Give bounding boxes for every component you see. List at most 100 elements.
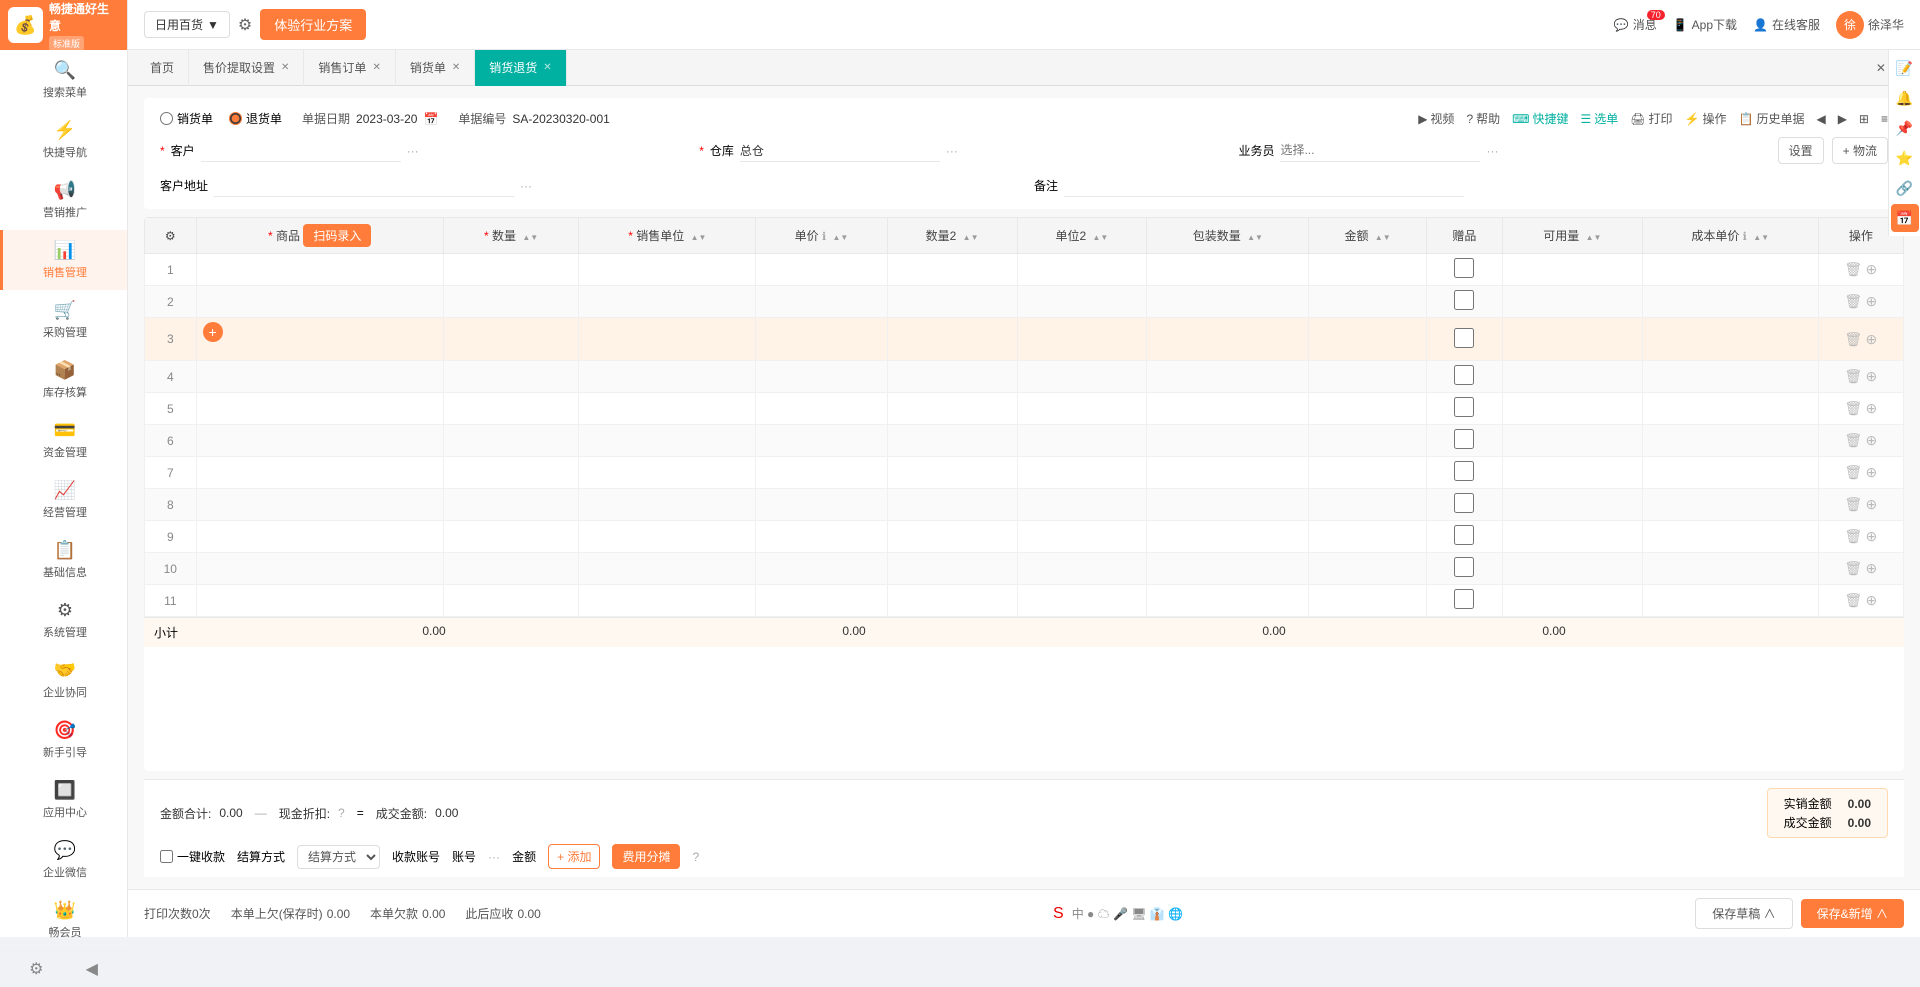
- product-input-5[interactable]: [260, 402, 380, 416]
- gift-checkbox-10[interactable]: [1454, 557, 1474, 577]
- cell-unit-11[interactable]: [579, 585, 756, 617]
- cell-available-10[interactable]: [1502, 553, 1642, 585]
- right-panel-active-btn[interactable]: 📅: [1891, 204, 1919, 232]
- cell-qty2-4[interactable]: [887, 361, 1017, 393]
- cell-gift-1[interactable]: [1426, 254, 1502, 286]
- cell-unit2-9[interactable]: [1017, 521, 1147, 553]
- cell-cost-price-5[interactable]: [1642, 393, 1818, 425]
- list-view-btn[interactable]: ≡: [1881, 112, 1888, 126]
- cell-product-1[interactable]: [196, 254, 443, 286]
- qty-input-11[interactable]: [481, 594, 541, 608]
- delete-btn-10[interactable]: 🗑: [1844, 560, 1862, 576]
- gift-checkbox-8[interactable]: [1454, 493, 1474, 513]
- one-click-payment-check[interactable]: 一键收款: [160, 848, 225, 865]
- operate-btn[interactable]: ⚡ 操作: [1685, 110, 1727, 127]
- unit-input-9[interactable]: [637, 530, 697, 544]
- cell-qty-3[interactable]: [443, 318, 579, 361]
- radio-sale-input[interactable]: [160, 112, 173, 125]
- cell-unit2-8[interactable]: [1017, 489, 1147, 521]
- cell-unit-9[interactable]: [579, 521, 756, 553]
- copy-btn-10[interactable]: ⊕: [1866, 560, 1878, 576]
- copy-btn-7[interactable]: ⊕: [1866, 464, 1878, 480]
- delete-btn-4[interactable]: 🗑: [1844, 368, 1862, 384]
- amount-sort-icon[interactable]: ▲▼: [1375, 233, 1391, 242]
- cell-qty-1[interactable]: [443, 254, 579, 286]
- copy-btn-8[interactable]: ⊕: [1866, 496, 1878, 512]
- sidebar-item-enterprise[interactable]: 🤝 企业协同: [0, 650, 127, 710]
- cell-pkg-4[interactable]: [1147, 361, 1309, 393]
- delete-btn-8[interactable]: 🗑: [1844, 496, 1862, 512]
- cell-qty-10[interactable]: [443, 553, 579, 585]
- cell-unit2-10[interactable]: [1017, 553, 1147, 585]
- sidebar-item-member[interactable]: 👑 畅会员: [0, 890, 127, 950]
- unit-input-11[interactable]: [637, 594, 697, 608]
- sidebar-item-purchase[interactable]: 🛒 采购管理: [0, 290, 127, 350]
- tab-3[interactable]: 销货单✕: [396, 50, 475, 86]
- cell-price-11[interactable]: [756, 585, 887, 617]
- cell-available-9[interactable]: [1502, 521, 1642, 553]
- notification-btn[interactable]: 💬 消息 70: [1614, 16, 1657, 33]
- cell-unit-5[interactable]: [579, 393, 756, 425]
- tab-1[interactable]: 售价提取设置✕: [189, 50, 304, 86]
- delete-btn-3[interactable]: 🗑: [1844, 331, 1862, 347]
- qty-input-5[interactable]: [481, 402, 541, 416]
- cell-pkg-9[interactable]: [1147, 521, 1309, 553]
- cell-price-6[interactable]: [756, 425, 887, 457]
- address-input[interactable]: [214, 174, 514, 197]
- cell-available-3[interactable]: [1502, 318, 1642, 361]
- sidebar-item-inventory[interactable]: 📦 库存核算: [0, 350, 127, 410]
- product-input-10[interactable]: [260, 562, 380, 576]
- sidebar-item-finance[interactable]: 💳 资金管理: [0, 410, 127, 470]
- settlement-method-select[interactable]: 结算方式: [297, 845, 380, 869]
- product-input-6[interactable]: [260, 434, 380, 448]
- history-btn[interactable]: 📋 历史单据: [1738, 110, 1804, 127]
- gift-checkbox-9[interactable]: [1454, 525, 1474, 545]
- cell-qty-2[interactable]: [443, 286, 579, 318]
- cell-qty2-7[interactable]: [887, 457, 1017, 489]
- right-panel-note-btn[interactable]: 📝: [1891, 54, 1919, 82]
- cell-product-4[interactable]: [196, 361, 443, 393]
- cell-gift-7[interactable]: [1426, 457, 1502, 489]
- grid-view-btn[interactable]: ⊞: [1859, 112, 1869, 126]
- cell-unit-6[interactable]: [579, 425, 756, 457]
- cell-available-7[interactable]: [1502, 457, 1642, 489]
- expense-btn[interactable]: 费用分摊: [612, 844, 680, 869]
- cell-cost-price-3[interactable]: [1642, 318, 1818, 361]
- gift-checkbox-7[interactable]: [1454, 461, 1474, 481]
- product-input-2[interactable]: [260, 295, 380, 309]
- cell-qty-11[interactable]: [443, 585, 579, 617]
- cell-qty2-5[interactable]: [887, 393, 1017, 425]
- delete-btn-11[interactable]: 🗑: [1844, 592, 1862, 608]
- sidebar-settings-icon[interactable]: ⚙: [29, 959, 43, 979]
- cell-product-10[interactable]: [196, 553, 443, 585]
- sidebar-item-basicinfo[interactable]: 📋 基础信息: [0, 530, 127, 590]
- cell-qty2-1[interactable]: [887, 254, 1017, 286]
- sidebar-item-system[interactable]: ⚙ 系统管理: [0, 590, 127, 650]
- right-panel-pin-btn[interactable]: 📌: [1891, 114, 1919, 142]
- gift-checkbox-1[interactable]: [1454, 258, 1474, 278]
- help-btn[interactable]: ? 帮助: [1466, 110, 1500, 127]
- add-payment-btn[interactable]: + 添加: [548, 844, 600, 869]
- staff-select-btn[interactable]: ···: [1486, 144, 1498, 158]
- pkg-sort-icon[interactable]: ▲▼: [1247, 233, 1263, 242]
- qty-sort-icon[interactable]: ▲▼: [522, 233, 538, 242]
- cell-cost-price-8[interactable]: [1642, 489, 1818, 521]
- cell-price-9[interactable]: [756, 521, 887, 553]
- copy-btn-9[interactable]: ⊕: [1866, 528, 1878, 544]
- user-info[interactable]: 徐 徐泽华: [1836, 11, 1904, 39]
- cell-unit-1[interactable]: [579, 254, 756, 286]
- qty-input-2[interactable]: [481, 295, 541, 309]
- scan-btn[interactable]: 扫码录入: [303, 224, 371, 247]
- cell-amount-6[interactable]: [1309, 425, 1426, 457]
- qty-input-7[interactable]: [481, 466, 541, 480]
- delete-btn-1[interactable]: 🗑: [1844, 261, 1862, 277]
- cell-product-2[interactable]: [196, 286, 443, 318]
- save-new-btn[interactable]: 保存&新增 ∧: [1801, 899, 1904, 928]
- cell-qty2-10[interactable]: [887, 553, 1017, 585]
- cell-unit-3[interactable]: [579, 318, 756, 361]
- sidebar-item-guide[interactable]: 🎯 新手引导: [0, 710, 127, 770]
- product-input-8[interactable]: [260, 498, 380, 512]
- cell-amount-3[interactable]: [1309, 318, 1426, 361]
- tab-4[interactable]: 销货退货✕: [475, 50, 566, 86]
- cell-product-7[interactable]: [196, 457, 443, 489]
